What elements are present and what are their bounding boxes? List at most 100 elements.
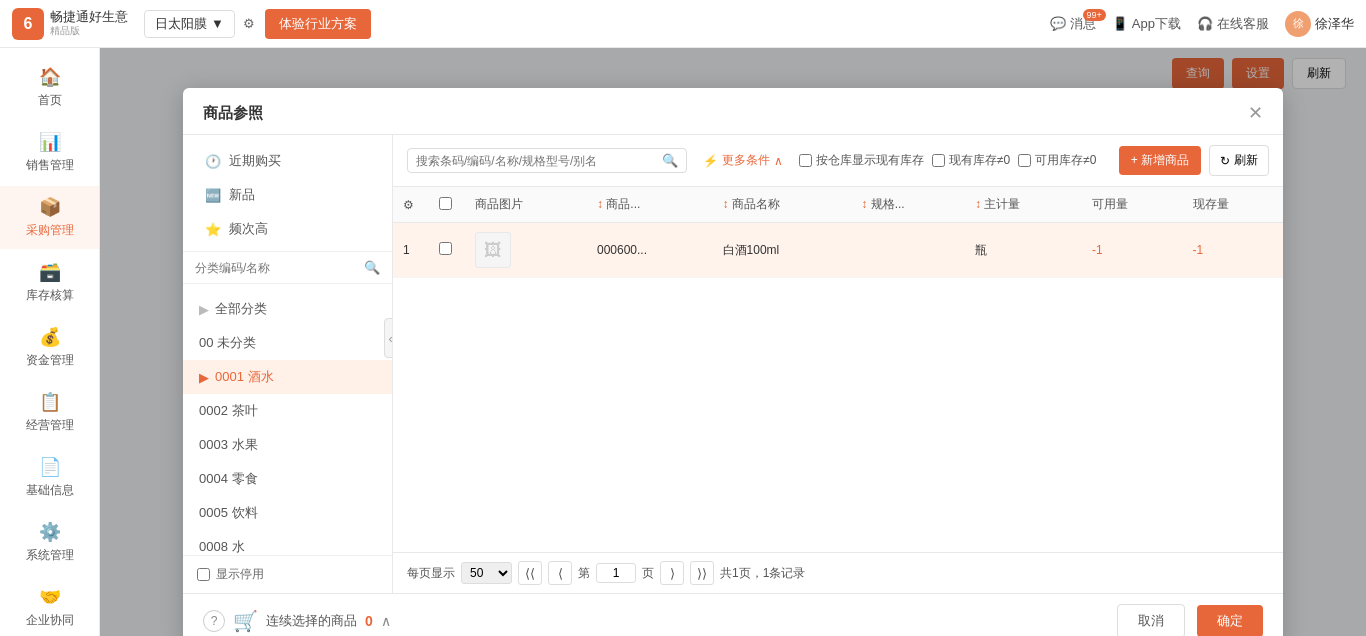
nav-select[interactable]: 日太阳膜 ▼: [144, 10, 235, 38]
th-spec[interactable]: ↕ 规格...: [851, 187, 965, 223]
refresh-icon: ↻: [1220, 154, 1230, 168]
star-icon: ⭐: [205, 222, 221, 237]
modal-left-panel: 🕐 近期购买 🆕 新品 ⭐ 频次高: [183, 135, 393, 593]
sidebar-item-purchase[interactable]: 📦 采购管理: [0, 186, 99, 249]
collapse-up-icon[interactable]: ∧: [381, 613, 391, 629]
system-icon: ⚙️: [39, 521, 61, 543]
modal-header: 商品参照 ✕: [183, 88, 1283, 135]
filter-stock-nonzero-checkbox[interactable]: 现有库存≠0: [932, 152, 1010, 169]
home-icon: 🏠: [39, 66, 61, 88]
th-settings[interactable]: ⚙: [393, 187, 429, 223]
sidebar-item-finance[interactable]: 💰 资金管理: [0, 316, 99, 379]
main-layout: 🏠 首页 📊 销售管理 📦 采购管理 🗃️ 库存核算 💰 资金管理 📋 经营管理…: [0, 48, 1366, 636]
product-search-input[interactable]: [416, 154, 662, 168]
help-icon[interactable]: ?: [203, 610, 225, 632]
online-service-nav[interactable]: 🎧 在线客服: [1197, 15, 1269, 33]
sidebar-item-enterprise[interactable]: 🤝 企业协同: [0, 576, 99, 636]
search-icon[interactable]: 🔍: [662, 153, 678, 168]
inventory-icon: 🗃️: [39, 261, 61, 283]
table-row[interactable]: 1 🖼 000600... 白酒100ml: [393, 223, 1283, 278]
top-nav: 6 畅捷通好生意 精品版 日太阳膜 ▼ ⚙ 体验行业方案 💬 消息 99+ 📱 …: [0, 0, 1366, 48]
filter-icon: ⚡: [703, 154, 718, 168]
total-info: 共1页，1条记录: [720, 565, 805, 582]
quick-link-new[interactable]: 🆕 新品: [195, 179, 380, 211]
cat-item-water[interactable]: 0008 水: [183, 530, 392, 555]
settings-icon[interactable]: ⚙: [403, 198, 414, 212]
next-page-button[interactable]: ⟩: [660, 561, 684, 585]
cell-no: 1: [393, 223, 429, 278]
sidebar-item-sales[interactable]: 📊 销售管理: [0, 121, 99, 184]
category-search-icon[interactable]: 🔍: [364, 260, 380, 275]
finance-icon: 💰: [39, 326, 61, 348]
cat-item-all[interactable]: ▶ 全部分类: [183, 292, 392, 326]
quick-link-frequent[interactable]: ⭐ 频次高: [195, 213, 380, 245]
app-download-nav[interactable]: 📱 App下载: [1112, 15, 1181, 33]
cell-code: 000600...: [587, 223, 713, 278]
modal-close-button[interactable]: ✕: [1248, 102, 1263, 124]
sidebar-item-operations[interactable]: 📋 经营管理: [0, 381, 99, 444]
th-stock: 现存量: [1183, 187, 1283, 223]
sales-icon: 📊: [39, 131, 61, 153]
headset-icon: 🎧: [1197, 16, 1213, 31]
prev-page-button[interactable]: ⟨: [548, 561, 572, 585]
enterprise-icon: 🤝: [39, 586, 61, 608]
last-page-button[interactable]: ⟩⟩: [690, 561, 714, 585]
sidebar-item-home[interactable]: 🏠 首页: [0, 56, 99, 119]
category-search-area: 🔍: [183, 252, 392, 284]
cat-item-snack[interactable]: 0004 零食: [183, 462, 392, 496]
app-icon: 📱: [1112, 16, 1128, 31]
cat-item-tea[interactable]: 0002 茶叶: [183, 394, 392, 428]
filter-available-nonzero-checkbox[interactable]: 可用库存≠0: [1018, 152, 1096, 169]
confirm-button[interactable]: 确定: [1197, 605, 1263, 636]
page-number-input[interactable]: [596, 563, 636, 583]
message-badge: 99+: [1083, 9, 1106, 21]
product-table: ⚙ 商品图片: [393, 187, 1283, 278]
sort-name-icon: ↕: [723, 197, 729, 211]
product-table-container: ⚙ 商品图片: [393, 187, 1283, 552]
collapse-panel-button[interactable]: «: [384, 318, 393, 358]
operations-icon: 📋: [39, 391, 61, 413]
filter-by-warehouse-checkbox[interactable]: 按仓库显示现有库存: [799, 152, 924, 169]
cat-item-fruit[interactable]: 0003 水果: [183, 428, 392, 462]
user-area[interactable]: 徐 徐泽华: [1285, 11, 1354, 37]
sidebar-item-inventory[interactable]: 🗃️ 库存核算: [0, 251, 99, 314]
show-disabled-checkbox[interactable]: [197, 568, 210, 581]
product-table-body: 1 🖼 000600... 白酒100ml: [393, 223, 1283, 278]
cell-stock: -1: [1183, 223, 1283, 278]
select-all-checkbox[interactable]: [439, 197, 452, 210]
refresh-button[interactable]: ↻ 刷新: [1209, 145, 1269, 176]
gear-icon[interactable]: ⚙: [243, 16, 255, 31]
cat-item-beverage[interactable]: 0005 饮料: [183, 496, 392, 530]
cat-item-liquor[interactable]: ▶ 0001 酒水: [183, 360, 392, 394]
logo-sub: 精品版: [50, 24, 128, 38]
more-filter-button[interactable]: ⚡ 更多条件 ∧: [695, 148, 791, 173]
cat-item-uncategorized[interactable]: 00 未分类: [183, 326, 392, 360]
product-thumbnail: 🖼: [475, 232, 511, 268]
th-name[interactable]: ↕ 商品名称: [713, 187, 852, 223]
sidebar-item-basic-info[interactable]: 📄 基础信息: [0, 446, 99, 509]
show-disabled-area: 显示停用: [183, 555, 392, 593]
product-reference-modal: 商品参照 ✕ 🕐 近期购买 🆕: [183, 88, 1283, 636]
quick-link-recent[interactable]: 🕐 近期购买: [195, 145, 380, 177]
category-search-input[interactable]: [195, 261, 358, 275]
per-page-select[interactable]: 50 100 200: [461, 562, 512, 584]
filter-bar: 🔍 ⚡ 更多条件 ∧ 按仓库显示现有库存: [393, 135, 1283, 187]
cancel-button[interactable]: 取消: [1117, 604, 1185, 636]
th-unit[interactable]: ↕ 主计量: [965, 187, 1082, 223]
logo-area: 6 畅捷通好生意 精品版: [12, 8, 128, 40]
avatar: 徐: [1285, 11, 1311, 37]
th-code[interactable]: ↕ 商品...: [587, 187, 713, 223]
cat-arrow-all: ▶: [199, 302, 209, 317]
experience-button[interactable]: 体验行业方案: [265, 9, 371, 39]
th-image: 商品图片: [465, 187, 587, 223]
cell-check: [429, 223, 465, 278]
messages-nav[interactable]: 💬 消息 99+: [1050, 15, 1096, 33]
first-page-button[interactable]: ⟨⟨: [518, 561, 542, 585]
modal-body: 🕐 近期购买 🆕 新品 ⭐ 频次高: [183, 135, 1283, 593]
logo-icon: 6: [12, 8, 44, 40]
cart-icon[interactable]: 🛒: [233, 609, 258, 633]
add-product-button[interactable]: + 新增商品: [1119, 146, 1201, 175]
row-checkbox[interactable]: [439, 242, 452, 255]
sidebar-item-system[interactable]: ⚙️ 系统管理: [0, 511, 99, 574]
category-list: ▶ 全部分类 00 未分类 ▶ 0001 酒水 0002 茶: [183, 284, 392, 555]
